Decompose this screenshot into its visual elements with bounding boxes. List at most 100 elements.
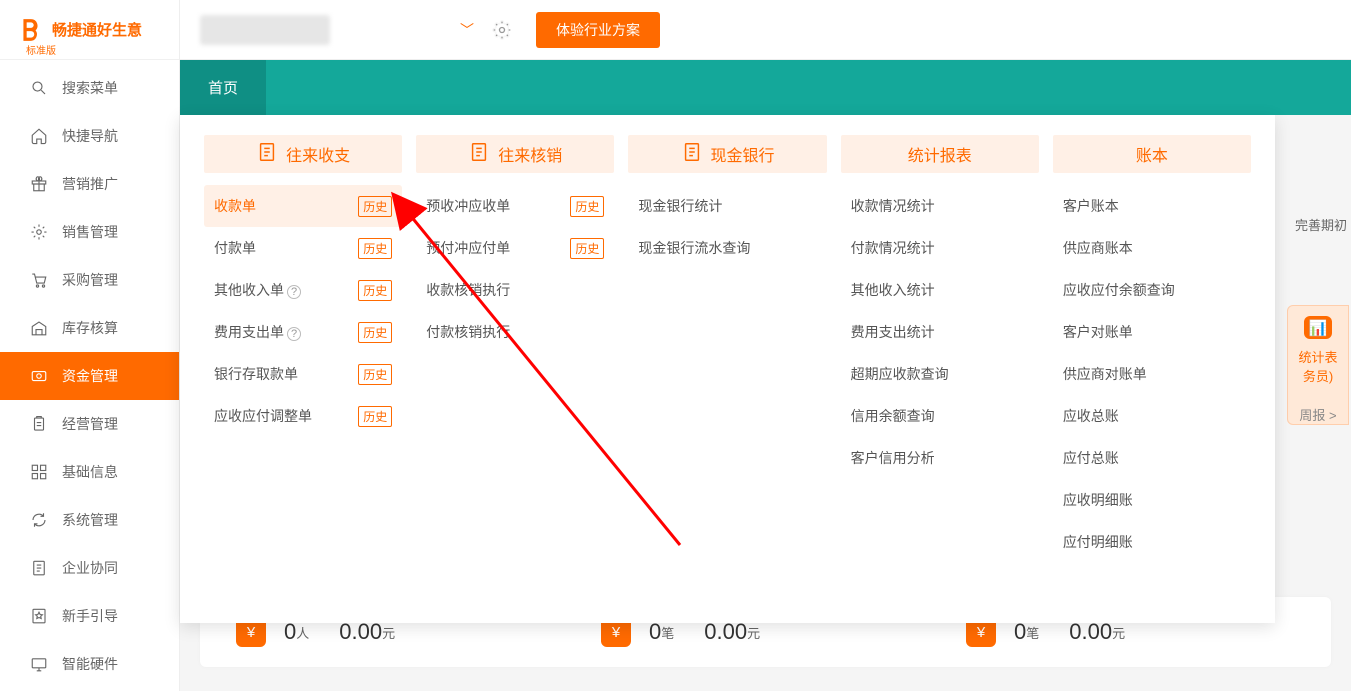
card-line1: 统计表 [1298, 347, 1337, 366]
sidebar-item-label: 经营管理 [62, 414, 118, 434]
mega-item-0-3[interactable]: 费用支出单? 历史 [204, 311, 402, 353]
sidebar-item-6[interactable]: 资金管理 [0, 352, 179, 400]
mega-item-4-3[interactable]: 客户对账单 [1053, 311, 1251, 353]
sidebar-item-10[interactable]: 企业协同 [0, 544, 179, 592]
mega-item-label: 客户对账单 [1063, 322, 1133, 342]
mega-col-head: 往来收支 [204, 135, 402, 173]
stat3-unit: 笔 [1026, 623, 1039, 642]
mega-item-label: 费用支出统计 [851, 322, 935, 342]
sidebar-item-11[interactable]: 新手引导 [0, 592, 179, 640]
mega-item-1-1[interactable]: 预付冲应付单历史 [416, 227, 614, 269]
clip2-icon [30, 559, 48, 577]
mega-item-4-0[interactable]: 客户账本 [1053, 185, 1251, 227]
history-tag[interactable]: 历史 [358, 280, 392, 301]
mega-col-head: 统计报表 [841, 135, 1039, 173]
history-tag[interactable]: 历史 [358, 322, 392, 343]
mega-item-4-5[interactable]: 应收总账 [1053, 395, 1251, 437]
tab-strip: 首页 [180, 60, 1351, 115]
history-tag[interactable]: 历史 [358, 364, 392, 385]
mega-item-0-0[interactable]: 收款单历史 [204, 185, 402, 227]
sidebar-item-12[interactable]: 智能硬件 [0, 640, 179, 688]
sidebar-item-7[interactable]: 经营管理 [0, 400, 179, 448]
mega-item-label: 其他收入单? [214, 280, 301, 300]
settings-icon[interactable] [492, 20, 512, 40]
history-tag[interactable]: 历史 [570, 238, 604, 259]
mega-item-3-4[interactable]: 超期应收款查询 [841, 353, 1039, 395]
bg-orange-card[interactable]: 📊 统计表 务员) 周报 > [1287, 305, 1349, 425]
mega-item-4-6[interactable]: 应付总账 [1053, 437, 1251, 479]
mega-col-title: 往来收支 [286, 142, 350, 166]
brand-edition: 标准版 [26, 42, 56, 57]
chevron-down-icon[interactable]: ﹀ [460, 20, 474, 40]
org-selector-blurred[interactable] [200, 15, 330, 45]
mega-item-label: 费用支出单? [214, 322, 301, 342]
stat2-amt-unit: 元 [747, 623, 760, 642]
sidebar-item-9[interactable]: 系统管理 [0, 496, 179, 544]
mega-item-3-1[interactable]: 付款情况统计 [841, 227, 1039, 269]
mega-item-1-0[interactable]: 预收冲应收单历史 [416, 185, 614, 227]
sidebar-item-0[interactable]: 搜索菜单 [0, 64, 179, 112]
mega-item-1-2[interactable]: 收款核销执行 [416, 269, 614, 311]
mega-item-label: 现金银行流水查询 [638, 238, 750, 258]
sidebar-item-3[interactable]: 销售管理 [0, 208, 179, 256]
mega-col-0: 往来收支收款单历史付款单历史其他收入单?历史费用支出单?历史银行存取款单历史应收… [204, 135, 402, 563]
help-icon[interactable]: ? [287, 327, 301, 341]
mega-item-3-6[interactable]: 客户信用分析 [841, 437, 1039, 479]
mega-item-label: 付款单 [214, 238, 256, 258]
mega-item-4-7[interactable]: 应收明细账 [1053, 479, 1251, 521]
mega-item-3-3[interactable]: 费用支出统计 [841, 311, 1039, 353]
sidebar-item-label: 采购管理 [62, 270, 118, 290]
brand-icon [18, 17, 44, 43]
stat3-amt-unit: 元 [1112, 623, 1125, 642]
mega-item-0-2[interactable]: 其他收入单? 历史 [204, 269, 402, 311]
mega-item-4-8[interactable]: 应付明细账 [1053, 521, 1251, 563]
mega-item-3-2[interactable]: 其他收入统计 [841, 269, 1039, 311]
mega-item-label: 收款核销执行 [426, 280, 510, 300]
mega-item-0-1[interactable]: 付款单 历史 [204, 227, 402, 269]
mega-item-label: 收款情况统计 [851, 196, 935, 216]
tab-home[interactable]: 首页 [180, 60, 266, 115]
history-tag[interactable]: 历史 [358, 196, 392, 217]
card-line3[interactable]: 周报 > [1299, 405, 1336, 424]
doc-icon [468, 141, 490, 168]
sidebar-item-2[interactable]: 营销推广 [0, 160, 179, 208]
tv-icon [30, 655, 48, 673]
history-tag[interactable]: 历史 [358, 238, 392, 259]
mega-item-0-5[interactable]: 应收应付调整单历史 [204, 395, 402, 437]
mega-item-0-4[interactable]: 银行存取款单历史 [204, 353, 402, 395]
mega-item-4-4[interactable]: 供应商对账单 [1053, 353, 1251, 395]
sidebar-item-label: 基础信息 [62, 462, 118, 482]
help-icon[interactable]: ? [287, 285, 301, 299]
mega-item-label: 超期应收款查询 [851, 364, 949, 384]
mega-item-3-5[interactable]: 信用余额查询 [841, 395, 1039, 437]
mega-item-1-3[interactable]: 付款核销执行 [416, 311, 614, 353]
cycle-icon [30, 511, 48, 529]
mega-item-2-0[interactable]: 现金银行统计 [628, 185, 826, 227]
sidebar-item-1[interactable]: 快捷导航 [0, 112, 179, 160]
sidebar-item-label: 搜索菜单 [62, 78, 118, 98]
warehouse-icon [30, 319, 48, 337]
sidebar-item-4[interactable]: 采购管理 [0, 256, 179, 304]
mega-item-4-2[interactable]: 应收应付余额查询 [1053, 269, 1251, 311]
mega-item-2-1[interactable]: 现金银行流水查询 [628, 227, 826, 269]
sidebar-item-label: 系统管理 [62, 510, 118, 530]
doc-icon [256, 141, 278, 168]
mega-item-label: 应付总账 [1063, 448, 1119, 468]
mega-col-title: 现金银行 [711, 142, 775, 166]
home-icon [30, 127, 48, 145]
industry-plan-button[interactable]: 体验行业方案 [536, 12, 660, 48]
mega-item-4-1[interactable]: 供应商账本 [1053, 227, 1251, 269]
history-tag[interactable]: 历史 [358, 406, 392, 427]
mega-item-3-0[interactable]: 收款情况统计 [841, 185, 1039, 227]
mega-item-label: 应付明细账 [1063, 532, 1133, 552]
sidebar-item-label: 新手引导 [62, 606, 118, 626]
sidebar-item-8[interactable]: 基础信息 [0, 448, 179, 496]
sidebar-item-label: 销售管理 [62, 222, 118, 242]
sidebar-item-label: 营销推广 [62, 174, 118, 194]
mega-item-label: 供应商对账单 [1063, 364, 1147, 384]
mega-col-3: 统计报表收款情况统计付款情况统计其他收入统计费用支出统计超期应收款查询信用余额查… [841, 135, 1039, 563]
mega-item-label: 客户信用分析 [851, 448, 935, 468]
history-tag[interactable]: 历史 [570, 196, 604, 217]
sidebar-item-5[interactable]: 库存核算 [0, 304, 179, 352]
mega-item-label: 其他收入统计 [851, 280, 935, 300]
